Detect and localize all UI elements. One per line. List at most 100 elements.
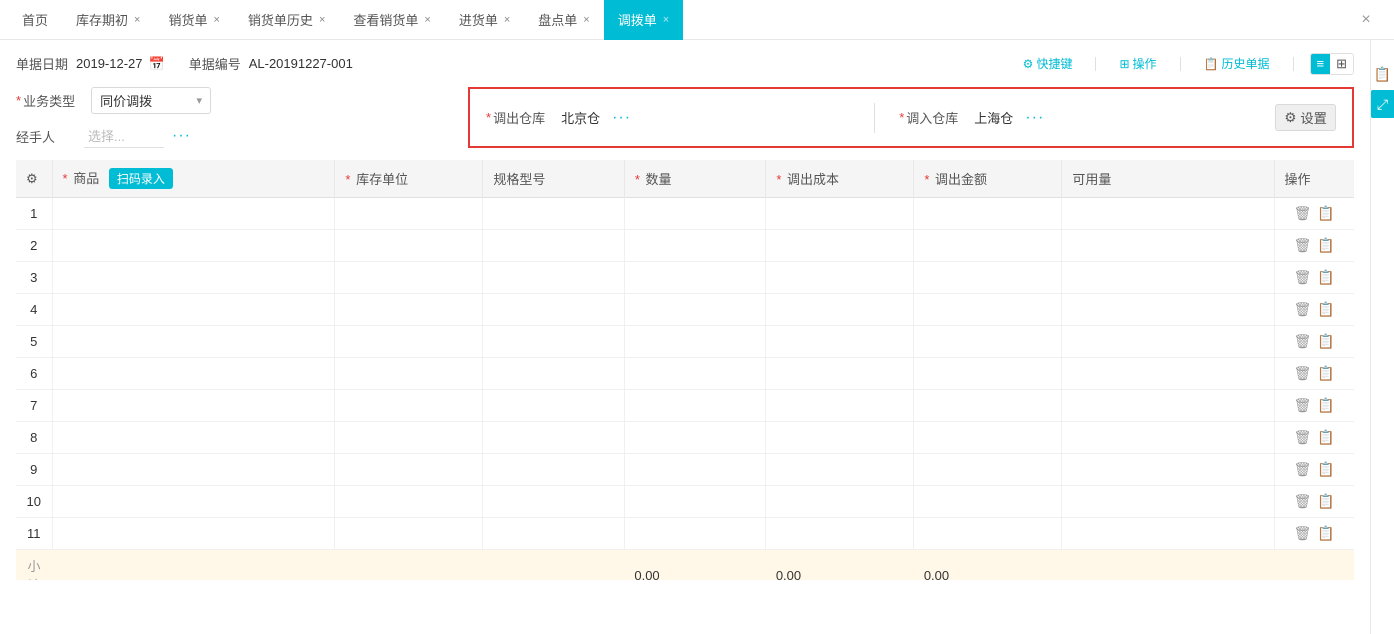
delete-icon-6[interactable]: 🗑 [1294, 365, 1312, 382]
warehouse-out-more-btn[interactable]: ··· [612, 109, 631, 127]
layout-grid-btn[interactable]: ⊞ [1330, 54, 1353, 74]
delete-icon-11[interactable]: 🗑 [1294, 525, 1312, 542]
delete-icon-8[interactable]: 🗑 [1294, 429, 1312, 446]
cell-spec-11[interactable] [483, 518, 624, 550]
cell-cost-5[interactable] [766, 326, 914, 358]
cell-unit-6[interactable] [335, 358, 483, 390]
cell-cost-1[interactable] [766, 198, 914, 230]
copy-icon-11[interactable]: 📋 [1317, 525, 1334, 542]
cell-unit-2[interactable] [335, 230, 483, 262]
cell-unit-4[interactable] [335, 294, 483, 326]
copy-icon-4[interactable]: 📋 [1317, 301, 1334, 318]
tab-close-transfer[interactable]: × [663, 14, 669, 26]
cell-cost-4[interactable] [766, 294, 914, 326]
cell-quantity-3[interactable] [624, 262, 765, 294]
delete-icon-7[interactable]: 🗑 [1294, 397, 1312, 414]
cell-product-6[interactable] [52, 358, 335, 390]
sidebar-expand-btn[interactable]: ⤢ [1371, 90, 1394, 118]
cell-spec-9[interactable] [483, 454, 624, 486]
cell-unit-11[interactable] [335, 518, 483, 550]
cell-unit-8[interactable] [335, 422, 483, 454]
cell-amount-5[interactable] [914, 326, 1062, 358]
cell-product-2[interactable] [52, 230, 335, 262]
tab-transfer[interactable]: 调拨单 × [604, 0, 683, 40]
cell-spec-2[interactable] [483, 230, 624, 262]
business-type-dropdown[interactable]: 同价调拨 ▾ [91, 87, 211, 114]
cell-quantity-7[interactable] [624, 390, 765, 422]
copy-icon-9[interactable]: 📋 [1317, 461, 1334, 478]
cell-quantity-6[interactable] [624, 358, 765, 390]
cell-spec-1[interactable] [483, 198, 624, 230]
cell-quantity-10[interactable] [624, 486, 765, 518]
delete-icon-9[interactable]: 🗑 [1294, 461, 1312, 478]
th-settings[interactable]: ⚙ [16, 160, 52, 198]
cell-unit-1[interactable] [335, 198, 483, 230]
copy-icon-2[interactable]: 📋 [1317, 237, 1334, 254]
cell-amount-1[interactable] [914, 198, 1062, 230]
cell-amount-8[interactable] [914, 422, 1062, 454]
tab-close-sales-order[interactable]: × [213, 14, 219, 26]
tab-view-sales[interactable]: 查看销货单 × [339, 0, 444, 40]
cell-cost-11[interactable] [766, 518, 914, 550]
cell-quantity-2[interactable] [624, 230, 765, 262]
tab-close-purchase-order[interactable]: × [504, 14, 510, 26]
cell-quantity-11[interactable] [624, 518, 765, 550]
cell-spec-6[interactable] [483, 358, 624, 390]
cell-amount-10[interactable] [914, 486, 1062, 518]
operations-button[interactable]: ⊞ 操作 [1112, 52, 1163, 75]
tab-close-inventory[interactable]: × [583, 14, 589, 26]
cell-cost-9[interactable] [766, 454, 914, 486]
cell-spec-7[interactable] [483, 390, 624, 422]
cell-cost-3[interactable] [766, 262, 914, 294]
tab-inventory-init[interactable]: 库存期初 × [62, 0, 154, 40]
cell-cost-10[interactable] [766, 486, 914, 518]
copy-icon-10[interactable]: 📋 [1317, 493, 1334, 510]
tab-sales-history[interactable]: 销货单历史 × [234, 0, 339, 40]
cell-spec-5[interactable] [483, 326, 624, 358]
copy-icon-5[interactable]: 📋 [1317, 333, 1334, 350]
settings-button[interactable]: ⚙ 设置 [1275, 104, 1336, 131]
cell-product-5[interactable] [52, 326, 335, 358]
copy-icon-3[interactable]: 📋 [1317, 269, 1334, 286]
cell-cost-2[interactable] [766, 230, 914, 262]
calendar-icon[interactable]: 📅 [149, 56, 165, 72]
cell-amount-7[interactable] [914, 390, 1062, 422]
cell-product-8[interactable] [52, 422, 335, 454]
person-more-btn[interactable]: ··· [172, 127, 191, 145]
cell-product-3[interactable] [52, 262, 335, 294]
cell-quantity-1[interactable] [624, 198, 765, 230]
tab-close-view-sales[interactable]: × [424, 14, 430, 26]
cell-spec-8[interactable] [483, 422, 624, 454]
cell-unit-5[interactable] [335, 326, 483, 358]
history-button[interactable]: 📋 历史单据 [1197, 52, 1277, 75]
cell-product-11[interactable] [52, 518, 335, 550]
cell-unit-9[interactable] [335, 454, 483, 486]
cell-quantity-5[interactable] [624, 326, 765, 358]
cell-amount-6[interactable] [914, 358, 1062, 390]
layout-list-btn[interactable]: ≡ [1311, 54, 1331, 74]
cell-product-1[interactable] [52, 198, 335, 230]
cell-product-4[interactable] [52, 294, 335, 326]
tab-inventory[interactable]: 盘点单 × [524, 0, 603, 40]
tab-close-sales-history[interactable]: × [319, 14, 325, 26]
cell-quantity-4[interactable] [624, 294, 765, 326]
cell-quantity-8[interactable] [624, 422, 765, 454]
cell-quantity-9[interactable] [624, 454, 765, 486]
copy-icon-7[interactable]: 📋 [1317, 397, 1334, 414]
cell-cost-6[interactable] [766, 358, 914, 390]
cell-unit-7[interactable] [335, 390, 483, 422]
cell-spec-3[interactable] [483, 262, 624, 294]
cell-unit-3[interactable] [335, 262, 483, 294]
delete-icon-1[interactable]: 🗑 [1294, 205, 1312, 222]
cell-unit-10[interactable] [335, 486, 483, 518]
delete-icon-10[interactable]: 🗑 [1294, 493, 1312, 510]
window-close-button[interactable]: × [1346, 0, 1386, 40]
cell-product-7[interactable] [52, 390, 335, 422]
cell-amount-4[interactable] [914, 294, 1062, 326]
cell-amount-3[interactable] [914, 262, 1062, 294]
copy-icon-8[interactable]: 📋 [1317, 429, 1334, 446]
delete-icon-3[interactable]: 🗑 [1294, 269, 1312, 286]
cell-cost-8[interactable] [766, 422, 914, 454]
cell-cost-7[interactable] [766, 390, 914, 422]
person-select[interactable]: 选择... [84, 124, 164, 148]
